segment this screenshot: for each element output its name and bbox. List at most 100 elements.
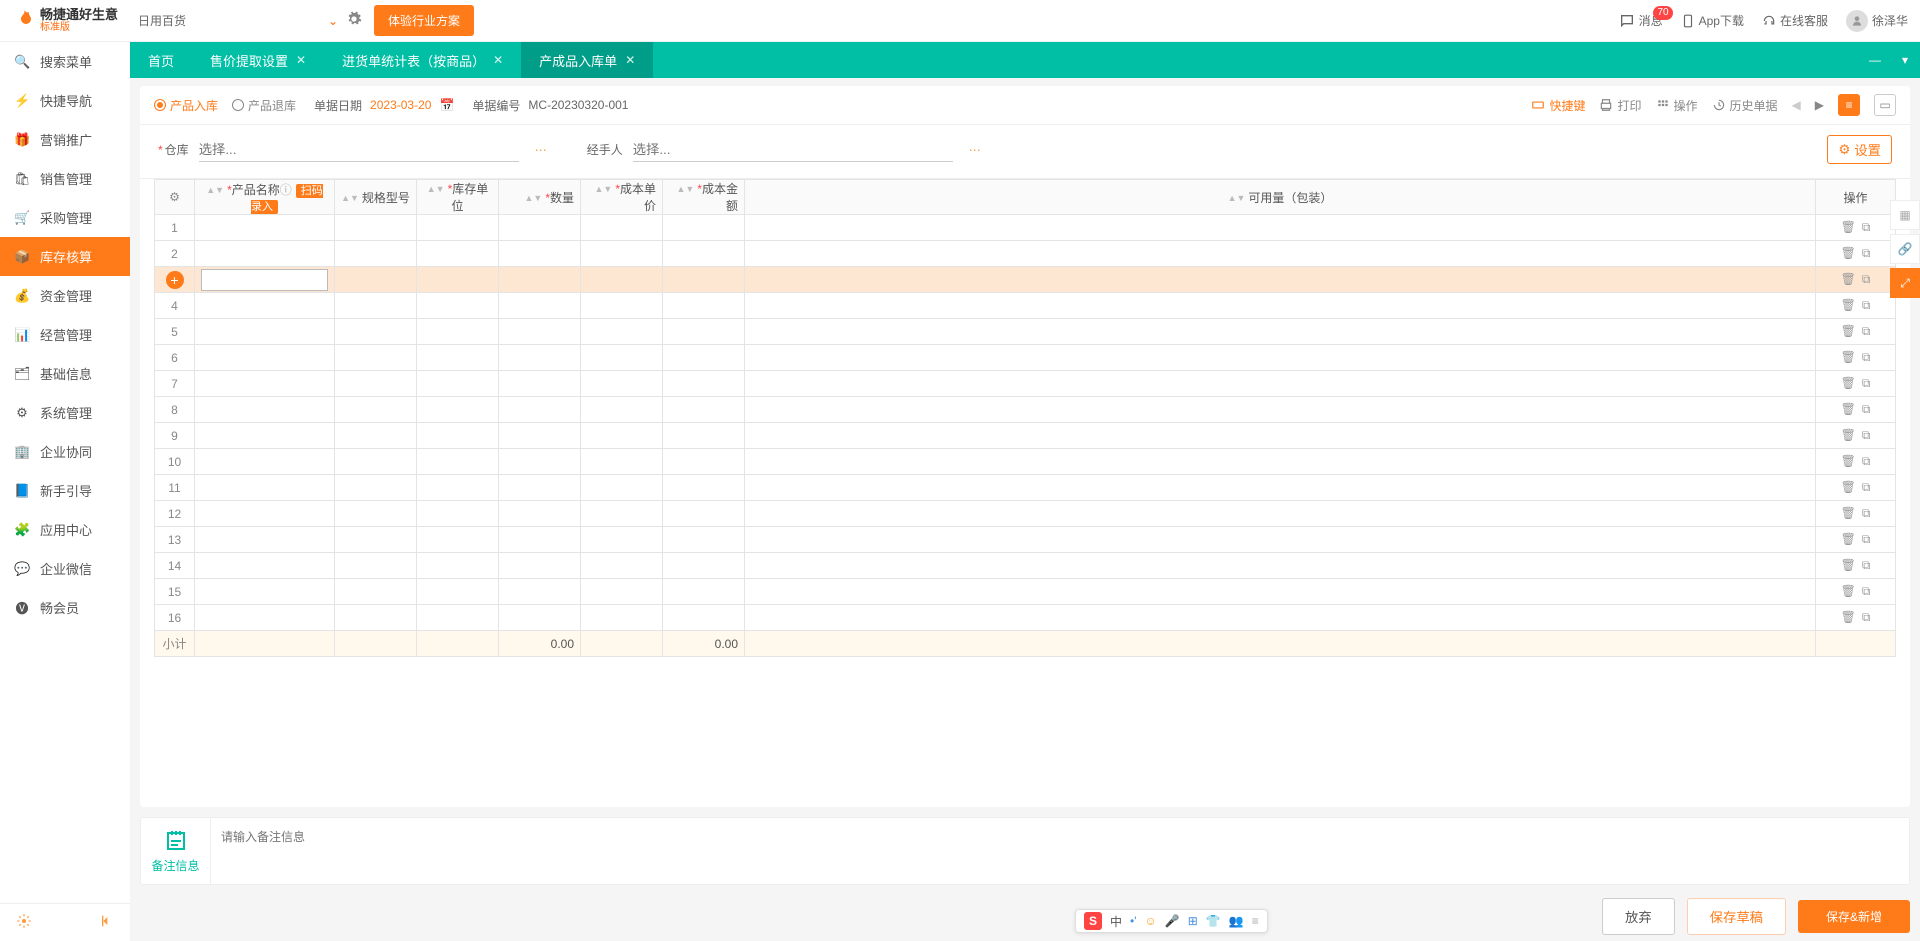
copy-icon[interactable]: ⧉ <box>1862 610 1871 624</box>
sidebar-item-6[interactable]: 💰资金管理 <box>0 276 130 315</box>
col-settings[interactable]: ⚙ <box>155 180 195 215</box>
save-draft-button[interactable]: 保存草稿 <box>1687 898 1786 935</box>
rail-btn-2[interactable]: 🔗 <box>1890 234 1920 264</box>
copy-icon[interactable]: ⧉ <box>1862 376 1871 390</box>
rail-btn-3[interactable]: ⤢ <box>1890 268 1920 298</box>
view-list-button[interactable]: ≡ <box>1838 94 1860 116</box>
delete-icon[interactable]: 🗑 <box>1841 610 1856 624</box>
tab-1[interactable]: 售价提取设置✕ <box>192 42 324 78</box>
sidebar-item-13[interactable]: 💬企业微信 <box>0 549 130 588</box>
sidebar-item-1[interactable]: ⚡快捷导航 <box>0 81 130 120</box>
save-new-button[interactable]: 保存&新增 <box>1798 900 1910 933</box>
col-price[interactable]: ▲▼*成本单价 <box>581 180 663 215</box>
table-row[interactable]: 14🗑⧉ <box>155 553 1896 579</box>
col-product[interactable]: ▲▼*产品名称ⓘ扫码录入 <box>195 180 335 215</box>
sidebar-item-8[interactable]: 🗂基础信息 <box>0 354 130 393</box>
delete-icon[interactable]: 🗑 <box>1841 532 1856 546</box>
settings-button[interactable]: ⚙设置 <box>1827 135 1892 164</box>
copy-icon[interactable]: ⧉ <box>1862 428 1871 442</box>
tab-0[interactable]: 首页 <box>130 42 192 78</box>
delete-icon[interactable]: 🗑 <box>1841 220 1856 234</box>
calendar-icon[interactable]: 📅 <box>439 98 454 112</box>
copy-icon[interactable]: ⧉ <box>1862 298 1871 312</box>
table-row[interactable]: 13🗑⧉ <box>155 527 1896 553</box>
handler-lookup-icon[interactable]: ⋯ <box>969 143 981 157</box>
view-card-button[interactable]: ▭ <box>1874 94 1896 116</box>
col-spec[interactable]: ▲▼规格型号 <box>335 180 417 215</box>
col-amount[interactable]: ▲▼*成本金额 <box>663 180 745 215</box>
table-row[interactable]: 8🗑⧉ <box>155 397 1896 423</box>
copy-icon[interactable]: ⧉ <box>1862 558 1871 572</box>
sidebar-item-10[interactable]: 🏢企业协同 <box>0 432 130 471</box>
sidebar-item-11[interactable]: 📘新手引导 <box>0 471 130 510</box>
col-qty[interactable]: ▲▼*数量 <box>499 180 581 215</box>
sidebar-item-14[interactable]: 🅥畅会员 <box>0 588 130 627</box>
print-button[interactable]: 打印 <box>1599 97 1641 114</box>
history-button[interactable]: 历史单据 <box>1712 97 1778 114</box>
copy-icon[interactable]: ⧉ <box>1862 220 1871 234</box>
copy-icon[interactable]: ⧉ <box>1862 454 1871 468</box>
domain-select[interactable]: 日用百货 ⌄ <box>138 12 338 29</box>
table-row[interactable]: 6🗑⧉ <box>155 345 1896 371</box>
ops-button[interactable]: 操作 <box>1656 97 1698 114</box>
handler-input[interactable] <box>633 138 953 162</box>
table-row[interactable]: 4🗑⧉ <box>155 293 1896 319</box>
support-button[interactable]: 在线客服 <box>1762 12 1828 29</box>
tab-3[interactable]: 产成品入库单✕ <box>521 42 653 78</box>
table-row[interactable]: 7🗑⧉ <box>155 371 1896 397</box>
delete-icon[interactable]: 🗑 <box>1841 454 1856 468</box>
copy-icon[interactable]: ⧉ <box>1862 506 1871 520</box>
table-row[interactable]: 5🗑⧉ <box>155 319 1896 345</box>
delete-icon[interactable]: 🗑 <box>1841 584 1856 598</box>
messages-button[interactable]: 消息 70 <box>1619 12 1663 29</box>
copy-icon[interactable]: ⧉ <box>1862 584 1871 598</box>
product-cell-input[interactable] <box>201 269 328 291</box>
delete-icon[interactable]: 🗑 <box>1841 376 1856 390</box>
copy-icon[interactable]: ⧉ <box>1862 350 1871 364</box>
col-avail[interactable]: ▲▼可用量（包装） <box>745 180 1816 215</box>
col-unit[interactable]: ▲▼*库存单位 <box>417 180 499 215</box>
table-row[interactable]: 10🗑⧉ <box>155 449 1896 475</box>
remark-input[interactable] <box>211 818 1909 884</box>
table-row[interactable]: 16🗑⧉ <box>155 605 1896 631</box>
warehouse-lookup-icon[interactable]: ⋯ <box>535 143 547 157</box>
close-icon[interactable]: ✕ <box>296 53 306 67</box>
radio-product-out[interactable]: 产品退库 <box>232 97 296 114</box>
sidebar-item-2[interactable]: 🎁营销推广 <box>0 120 130 159</box>
sidebar-item-0[interactable]: 🔍搜索菜单 <box>0 42 130 81</box>
delete-icon[interactable]: 🗑 <box>1841 402 1856 416</box>
close-icon[interactable]: ✕ <box>625 53 635 67</box>
table-row[interactable]: 15🗑⧉ <box>155 579 1896 605</box>
rail-btn-1[interactable]: ▦ <box>1890 200 1920 230</box>
tab-menu-button[interactable]: ▾ <box>1890 42 1920 78</box>
copy-icon[interactable]: ⧉ <box>1862 480 1871 494</box>
app-download-button[interactable]: App下载 <box>1681 12 1744 29</box>
sidebar-item-9[interactable]: ⚙系统管理 <box>0 393 130 432</box>
sidebar-item-12[interactable]: 🧩应用中心 <box>0 510 130 549</box>
table-row[interactable]: +🗑⧉ <box>155 267 1896 293</box>
table-row[interactable]: 1🗑⧉ <box>155 215 1896 241</box>
trial-button[interactable]: 体验行业方案 <box>374 5 474 36</box>
delete-icon[interactable]: 🗑 <box>1841 298 1856 312</box>
sidebar-item-5[interactable]: 📦库存核算 <box>0 237 130 276</box>
discard-button[interactable]: 放弃 <box>1602 898 1675 935</box>
table-row[interactable]: 2🗑⧉ <box>155 241 1896 267</box>
warehouse-input[interactable] <box>199 138 519 162</box>
delete-icon[interactable]: 🗑 <box>1841 272 1856 286</box>
sidebar-item-4[interactable]: 🛒采购管理 <box>0 198 130 237</box>
table-row[interactable]: 9🗑⧉ <box>155 423 1896 449</box>
copy-icon[interactable]: ⧉ <box>1862 402 1871 416</box>
close-icon[interactable]: ✕ <box>493 53 503 67</box>
copy-icon[interactable]: ⧉ <box>1862 246 1871 260</box>
shortcut-button[interactable]: 快捷键 <box>1531 97 1585 114</box>
delete-icon[interactable]: 🗑 <box>1841 324 1856 338</box>
add-row-icon[interactable]: + <box>166 271 184 289</box>
next-icon[interactable]: ▶ <box>1815 98 1824 112</box>
prev-icon[interactable]: ◀ <box>1792 98 1801 112</box>
copy-icon[interactable]: ⧉ <box>1862 324 1871 338</box>
sidebar-item-3[interactable]: 🛍销售管理 <box>0 159 130 198</box>
delete-icon[interactable]: 🗑 <box>1841 428 1856 442</box>
user-menu[interactable]: 徐泽华 <box>1846 10 1908 32</box>
delete-icon[interactable]: 🗑 <box>1841 558 1856 572</box>
delete-icon[interactable]: 🗑 <box>1841 246 1856 260</box>
